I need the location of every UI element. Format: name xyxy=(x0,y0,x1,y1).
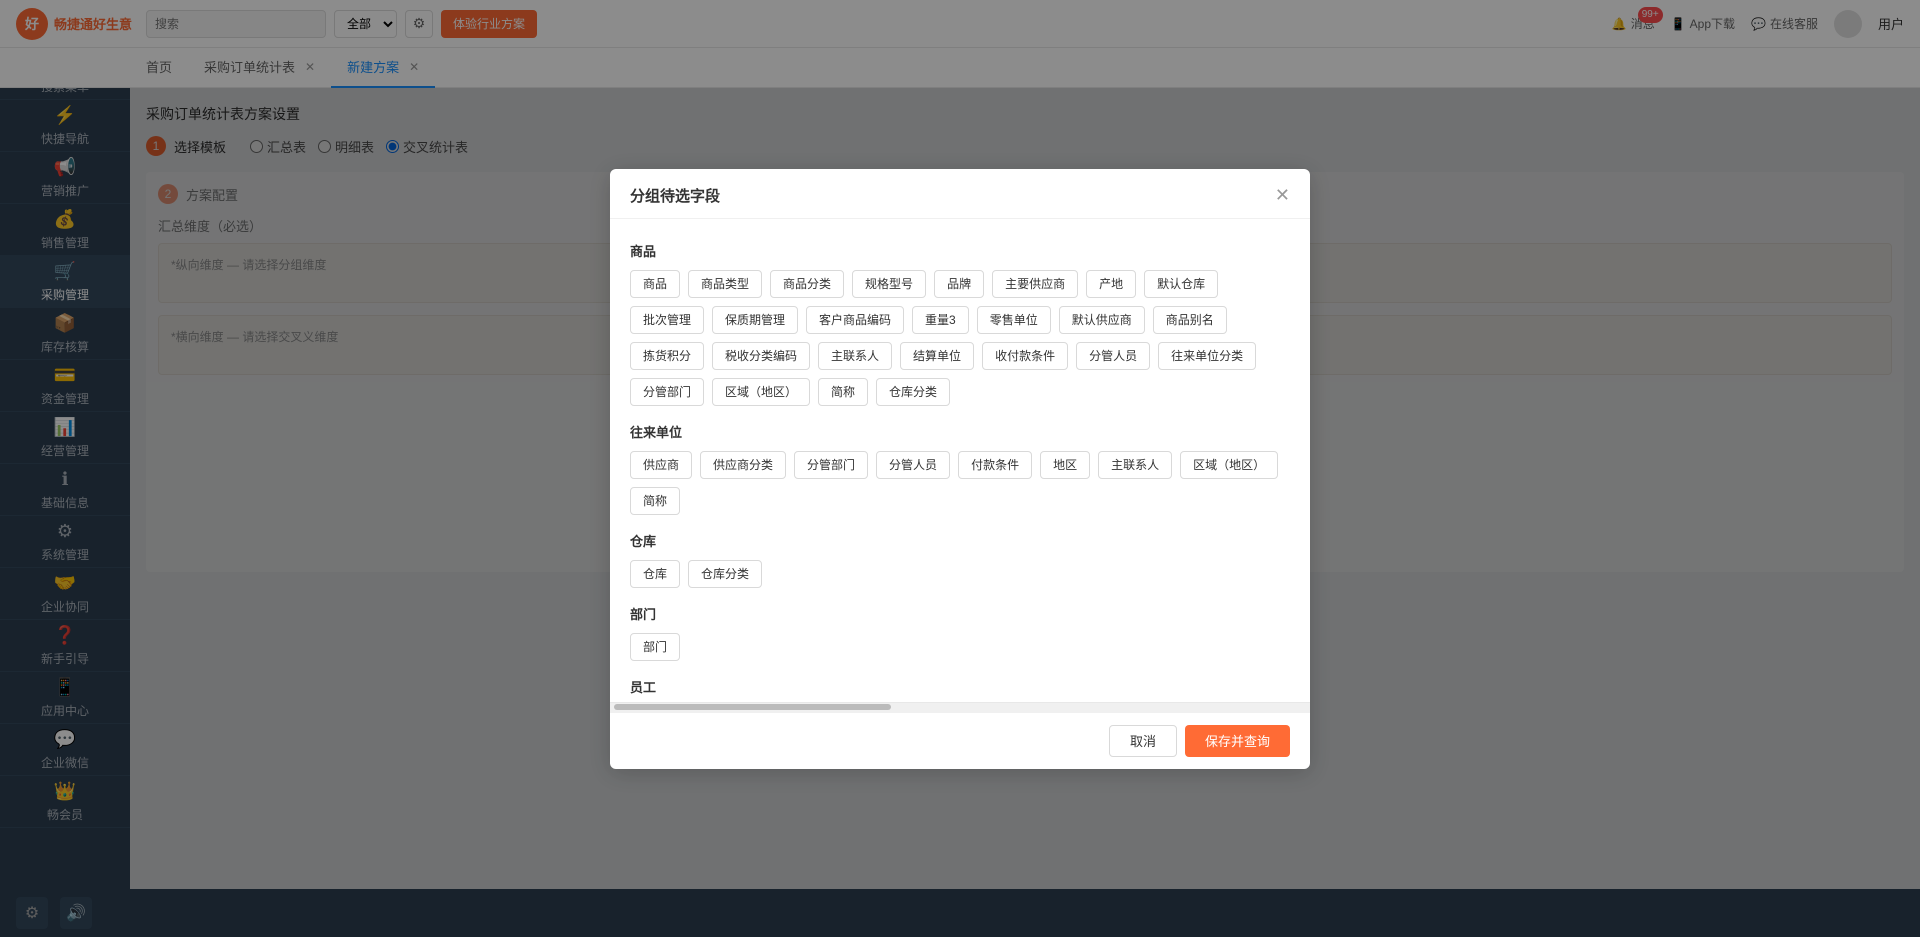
field-tag-weight[interactable]: 重量3 xyxy=(912,306,969,334)
field-tag-spec-model[interactable]: 规格型号 xyxy=(852,270,926,298)
field-tag-warehouse-name[interactable]: 仓库 xyxy=(630,560,680,588)
confirm-button[interactable]: 保存并查询 xyxy=(1185,725,1290,757)
field-tag-supplier-category[interactable]: 供应商分类 xyxy=(700,451,786,479)
field-tag-customer-code[interactable]: 客户商品编码 xyxy=(806,306,904,334)
modal-dialog: 分组待选字段 ✕ 商品 商品 商品类型 商品分类 规格型号 品牌 主要供应商 产… xyxy=(610,169,1310,769)
modal-footer: 取消 保存并查询 xyxy=(610,712,1310,769)
field-tag-payment-terms[interactable]: 收付款条件 xyxy=(982,342,1068,370)
field-tag-payment-cond[interactable]: 付款条件 xyxy=(958,451,1032,479)
field-tag-brand[interactable]: 品牌 xyxy=(934,270,984,298)
field-tag-batch-mgmt[interactable]: 批次管理 xyxy=(630,306,704,334)
section-title-warehouse: 仓库 xyxy=(630,531,1290,550)
field-grid-partners: 供应商 供应商分类 分管部门 分管人员 付款条件 地区 主联系人 区域（地区） … xyxy=(630,451,1290,515)
section-title-products: 商品 xyxy=(630,241,1290,260)
field-tag-supplier[interactable]: 供应商 xyxy=(630,451,692,479)
field-tag-pick-points[interactable]: 拣货积分 xyxy=(630,342,704,370)
field-tag-product[interactable]: 商品 xyxy=(630,270,680,298)
field-tag-partner-category[interactable]: 往来单位分类 xyxy=(1158,342,1256,370)
field-tag-dept2[interactable]: 分管部门 xyxy=(794,451,868,479)
field-tag-manager[interactable]: 分管人员 xyxy=(1076,342,1150,370)
field-tag-person2[interactable]: 分管人员 xyxy=(876,451,950,479)
field-tag-product-alias[interactable]: 商品别名 xyxy=(1153,306,1227,334)
field-tag-default-supplier[interactable]: 默认供应商 xyxy=(1059,306,1145,334)
modal-body: 商品 商品 商品类型 商品分类 规格型号 品牌 主要供应商 产地 默认仓库 批次… xyxy=(610,219,1310,703)
modal-overlay: 分组待选字段 ✕ 商品 商品 商品类型 商品分类 规格型号 品牌 主要供应商 产… xyxy=(0,0,1920,937)
field-tag-warehouse-category[interactable]: 仓库分类 xyxy=(876,378,950,406)
section-title-dept: 部门 xyxy=(630,604,1290,623)
field-tag-product-category[interactable]: 商品分类 xyxy=(770,270,844,298)
field-tag-abbr2[interactable]: 简称 xyxy=(630,487,680,515)
modal-close-button[interactable]: ✕ xyxy=(1275,186,1290,204)
field-tag-tax-code[interactable]: 税收分类编码 xyxy=(712,342,810,370)
field-grid-products: 商品 商品类型 商品分类 规格型号 品牌 主要供应商 产地 默认仓库 批次管理 … xyxy=(630,270,1290,406)
cancel-button[interactable]: 取消 xyxy=(1109,725,1177,757)
field-grid-warehouse: 仓库 仓库分类 xyxy=(630,560,1290,588)
field-tag-abbr[interactable]: 简称 xyxy=(818,378,868,406)
horizontal-scrollbar[interactable] xyxy=(610,702,1310,711)
field-tag-region2[interactable]: 区域（地区） xyxy=(1180,451,1278,479)
field-tag-department[interactable]: 部门 xyxy=(630,633,680,661)
section-title-partners: 往来单位 xyxy=(630,422,1290,441)
field-tag-region[interactable]: 区域（地区） xyxy=(712,378,810,406)
field-tag-dept[interactable]: 分管部门 xyxy=(630,378,704,406)
field-tag-area[interactable]: 地区 xyxy=(1040,451,1090,479)
field-tag-settlement-unit[interactable]: 结算单位 xyxy=(900,342,974,370)
field-grid-dept: 部门 xyxy=(630,633,1290,661)
field-tag-main-supplier[interactable]: 主要供应商 xyxy=(992,270,1078,298)
field-tag-main-contact[interactable]: 主联系人 xyxy=(818,342,892,370)
field-tag-default-warehouse[interactable]: 默认仓库 xyxy=(1144,270,1218,298)
field-tag-retail-unit[interactable]: 零售单位 xyxy=(977,306,1051,334)
field-tag-warehouse-cat[interactable]: 仓库分类 xyxy=(688,560,762,588)
field-tag-product-type[interactable]: 商品类型 xyxy=(688,270,762,298)
field-tag-origin[interactable]: 产地 xyxy=(1086,270,1136,298)
field-tag-main-contact2[interactable]: 主联系人 xyxy=(1098,451,1172,479)
modal-header: 分组待选字段 ✕ xyxy=(610,169,1310,219)
section-title-employee: 员工 xyxy=(630,677,1290,696)
modal-title: 分组待选字段 xyxy=(630,185,720,206)
scroll-thumb xyxy=(614,704,891,710)
field-tag-quality-mgmt[interactable]: 保质期管理 xyxy=(712,306,798,334)
